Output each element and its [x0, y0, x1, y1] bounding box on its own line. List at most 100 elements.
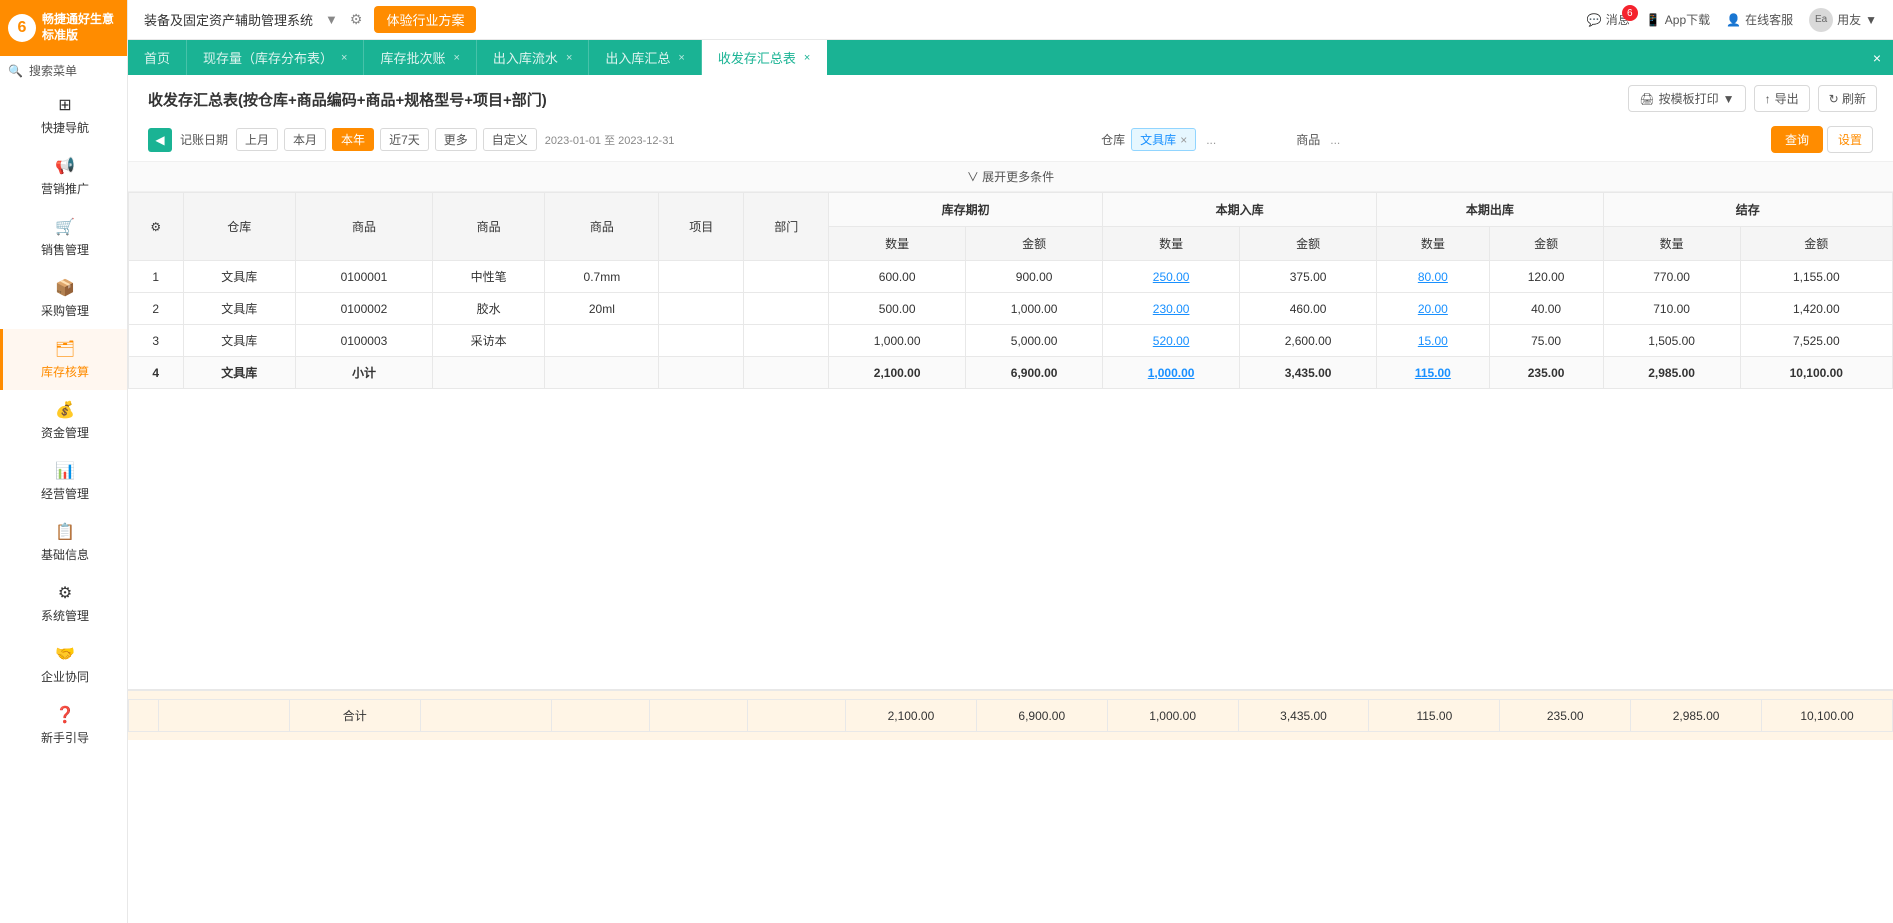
- tab-stock-flow[interactable]: 出入库流水 ×: [477, 40, 589, 75]
- row3-in-qty-link[interactable]: 520.00: [1153, 334, 1190, 348]
- subtotal-label: 小计: [295, 357, 432, 389]
- expand-more-bar[interactable]: ∨ 展开更多条件: [128, 162, 1893, 192]
- date-btn-custom[interactable]: 自定义: [483, 128, 537, 151]
- subtotal-out-qty-link[interactable]: 115.00: [1415, 366, 1451, 380]
- tab-stock-dist-close[interactable]: ×: [341, 52, 347, 64]
- user-menu[interactable]: Ea 用友 ▼: [1809, 8, 1877, 32]
- operations-icon: 📊: [55, 461, 75, 481]
- warehouse-filter-more[interactable]: ...: [1202, 131, 1220, 149]
- export-btn[interactable]: ↑ 导出: [1754, 85, 1810, 112]
- warehouse-filter: 仓库 文具库 × ...: [1101, 128, 1220, 151]
- sidebar-item-sales[interactable]: 🛒 销售管理: [0, 207, 127, 268]
- empty-space: [128, 389, 1893, 689]
- close-all-tabs-btn[interactable]: ×: [1861, 42, 1893, 74]
- warehouse-filter-label: 仓库: [1101, 131, 1125, 148]
- date-btn-this-year[interactable]: 本年: [332, 128, 374, 151]
- row1-out-qty-link[interactable]: 80.00: [1418, 270, 1448, 284]
- row1-out-amt: 120.00: [1489, 261, 1603, 293]
- gear-icon[interactable]: ⚙: [350, 11, 363, 28]
- warehouse-tag-remove[interactable]: ×: [1180, 133, 1187, 147]
- app-version: 标准版: [42, 28, 114, 44]
- row2-out-qty[interactable]: 20.00: [1377, 293, 1490, 325]
- row3-out-qty[interactable]: 15.00: [1377, 325, 1490, 357]
- tab-stock-dist-label: 现存量（库存分布表）: [203, 48, 333, 67]
- filter-bar: ◀ 记账日期 上月 本月 本年 近7天 更多 自定义 2023-01-01 至 …: [128, 118, 1893, 162]
- th-settings[interactable]: ⚙: [129, 193, 184, 261]
- row3-out-qty-link[interactable]: 15.00: [1418, 334, 1448, 348]
- tab-receive-summary[interactable]: 收发存汇总表 ×: [702, 40, 827, 75]
- query-btn[interactable]: 查询: [1771, 126, 1823, 153]
- row1-out-qty[interactable]: 80.00: [1377, 261, 1490, 293]
- row1-close-qty: 770.00: [1603, 261, 1740, 293]
- subtotal-num: 4: [129, 357, 184, 389]
- app-download-btn[interactable]: 📱 App下载: [1646, 11, 1710, 28]
- th-open-amt: 金额: [966, 227, 1103, 261]
- row3-in-qty[interactable]: 520.00: [1103, 325, 1240, 357]
- print-btn[interactable]: 🖨 按模板打印 ▼: [1628, 85, 1745, 112]
- refresh-btn[interactable]: ↻ 刷新: [1818, 85, 1877, 112]
- subtotal-open-amt: 6,900.00: [966, 357, 1103, 389]
- date-btn-last-month[interactable]: 上月: [236, 128, 278, 151]
- user-chevron-icon: ▼: [1865, 13, 1877, 27]
- message-btn[interactable]: 💬 消息 6: [1587, 11, 1630, 28]
- search-menu-item[interactable]: 🔍 搜索菜单: [0, 56, 127, 85]
- app-download-label: App下载: [1665, 11, 1710, 28]
- th-out-amt: 金额: [1489, 227, 1603, 261]
- row2-code: 0100002: [295, 293, 432, 325]
- sidebar-label-system: 系统管理: [41, 607, 89, 624]
- row3-warehouse: 文具库: [183, 325, 295, 357]
- try-btn[interactable]: 体验行业方案: [374, 6, 476, 33]
- subtotal-in-qty-link[interactable]: 1,000.00: [1148, 366, 1195, 380]
- tab-receive-summary-close[interactable]: ×: [804, 52, 810, 64]
- row2-in-qty-link[interactable]: 230.00: [1153, 302, 1190, 316]
- avatar: Ea: [1809, 8, 1833, 32]
- sidebar-item-enterprise[interactable]: 🤝 企业协同: [0, 634, 127, 695]
- row1-in-qty[interactable]: 250.00: [1103, 261, 1240, 293]
- tab-stock-dist[interactable]: 现存量（库存分布表） ×: [187, 40, 364, 75]
- tab-batch-ledger-close[interactable]: ×: [453, 52, 459, 64]
- date-btn-7days[interactable]: 近7天: [380, 128, 429, 151]
- sidebar-item-finance[interactable]: 💰 资金管理: [0, 390, 127, 451]
- date-btn-more[interactable]: 更多: [435, 128, 477, 151]
- row2-in-qty[interactable]: 230.00: [1103, 293, 1240, 325]
- sidebar-item-quick-nav[interactable]: ⊞ 快捷导航: [0, 85, 127, 146]
- sidebar-item-newbie[interactable]: ❓ 新手引导: [0, 695, 127, 756]
- sidebar-label-purchase: 采购管理: [41, 302, 89, 319]
- sidebar-item-operations[interactable]: 📊 经营管理: [0, 451, 127, 512]
- app-download-icon: 📱: [1646, 13, 1661, 27]
- tab-stock-summary-close[interactable]: ×: [678, 52, 684, 64]
- footer-table: 合计 2,100.00 6,900.00 1,000.00 3,435.00 1…: [128, 699, 1893, 732]
- tab-batch-ledger[interactable]: 库存批次账 ×: [364, 40, 476, 75]
- date-btn-this-month[interactable]: 本月: [284, 128, 326, 151]
- row2-warehouse: 文具库: [183, 293, 295, 325]
- th-close-qty: 数量: [1603, 227, 1740, 261]
- tab-stock-summary[interactable]: 出入库汇总 ×: [589, 40, 701, 75]
- tab-home[interactable]: 首页: [128, 40, 187, 75]
- sidebar-item-purchase[interactable]: 📦 采购管理: [0, 268, 127, 329]
- marketing-icon: 📢: [55, 156, 75, 176]
- goods-filter-more[interactable]: ...: [1326, 131, 1344, 149]
- tab-stock-flow-close[interactable]: ×: [566, 52, 572, 64]
- sidebar-item-marketing[interactable]: 📢 营销推广: [0, 146, 127, 207]
- top-header: 装备及固定资产辅助管理系统 ▼ ⚙ 体验行业方案 💬 消息 6 📱 App下载 …: [128, 0, 1893, 40]
- row1-in-qty-link[interactable]: 250.00: [1153, 270, 1190, 284]
- sidebar-item-base-info[interactable]: 📋 基础信息: [0, 512, 127, 573]
- app-name: 畅捷通好生意: [42, 12, 114, 28]
- row3-in-amt: 2,600.00: [1240, 325, 1377, 357]
- th-dept: 部门: [744, 193, 829, 261]
- sidebar-item-inventory[interactable]: 🗂 库存核算: [0, 329, 127, 390]
- th-project: 项目: [659, 193, 744, 261]
- th-out-qty: 数量: [1377, 227, 1490, 261]
- header-right: 💬 消息 6 📱 App下载 👤 在线客服 Ea 用友 ▼: [1587, 8, 1877, 32]
- system-title: 装备及固定资产辅助管理系统: [144, 10, 313, 29]
- newbie-icon: ❓: [55, 705, 75, 725]
- row2-name: 胶水: [432, 293, 544, 325]
- app-logo: 6 畅捷通好生意 标准版: [0, 0, 127, 56]
- row3-open-qty: 1,000.00: [829, 325, 966, 357]
- filter-toggle-btn[interactable]: ◀: [148, 128, 172, 152]
- row2-out-qty-link[interactable]: 20.00: [1418, 302, 1448, 316]
- sidebar-item-system[interactable]: ⚙ 系统管理: [0, 573, 127, 634]
- online-service-btn[interactable]: 👤 在线客服: [1726, 11, 1793, 28]
- subtotal-close-qty: 2,985.00: [1603, 357, 1740, 389]
- setting-btn[interactable]: 设置: [1827, 126, 1873, 153]
